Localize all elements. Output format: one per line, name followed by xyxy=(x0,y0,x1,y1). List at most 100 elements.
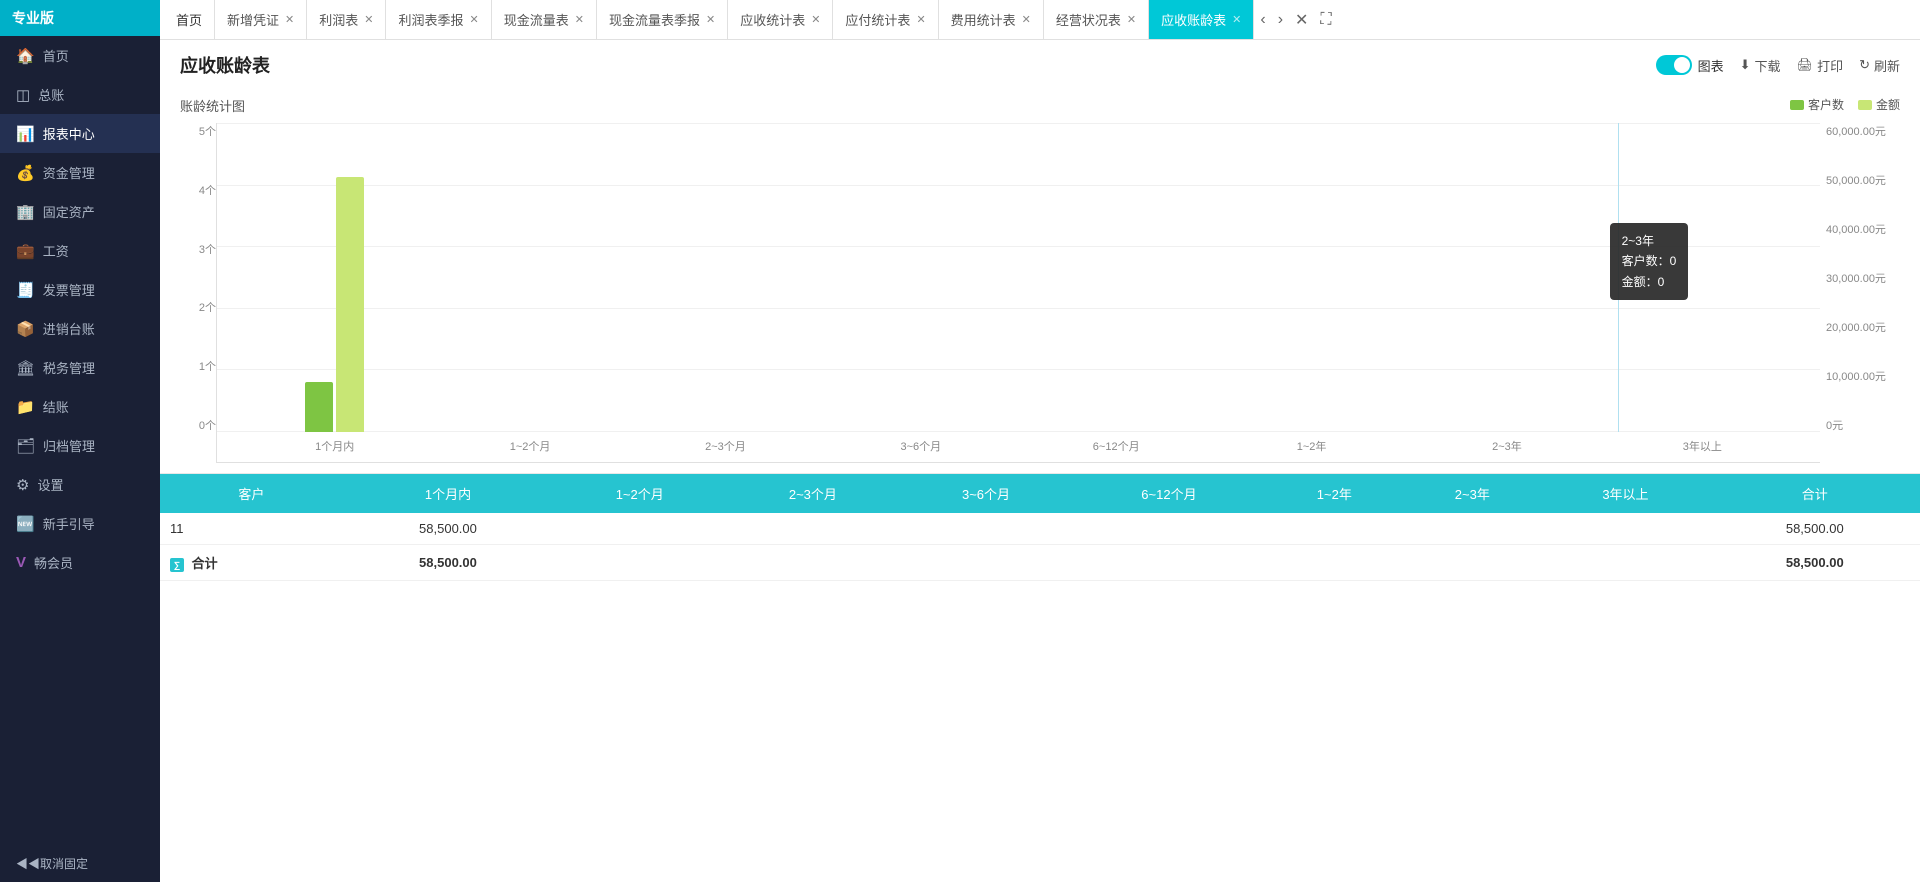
tab-close-icon[interactable]: ✕ xyxy=(1022,13,1031,26)
tab-cashflow[interactable]: 现金流量表 ✕ xyxy=(492,0,597,40)
legend-customers: 客户数 xyxy=(1790,96,1844,113)
funds-icon: 💰 xyxy=(16,164,35,182)
sidebar-item-home[interactable]: 🏠 首页 xyxy=(0,36,160,75)
refresh-icon: ↻ xyxy=(1859,57,1870,73)
sidebar-item-salary[interactable]: 💼 工资 xyxy=(0,231,160,270)
invoice-icon: 🧾 xyxy=(16,281,35,299)
sidebar-item-label: 首页 xyxy=(43,46,69,65)
sidebar-item-label: 发票管理 xyxy=(43,280,95,299)
print-label: 打印 xyxy=(1817,56,1843,75)
download-icon: ⬇ xyxy=(1740,57,1751,73)
toggle-label: 图表 xyxy=(1698,56,1724,75)
y-axis-left: 5个 4个 3个 2个 1个 0个 xyxy=(180,123,216,463)
x-label-month23: 2~3个月 xyxy=(628,432,823,462)
refresh-label: 刷新 xyxy=(1874,56,1900,75)
x-label-month1: 1个月内 xyxy=(237,432,432,462)
sidebar-item-tax[interactable]: 🏛 税务管理 xyxy=(0,348,160,387)
settings-icon: ⚙ xyxy=(16,476,29,494)
table-total-row: ∑ 合计 58,500.00 58,500.00 xyxy=(160,545,1920,581)
sidebar-item-assets[interactable]: 🏢 固定资产 xyxy=(0,192,160,231)
chart-area: 账龄统计图 客户数 金额 5个 4个 3个 2个 1个 xyxy=(160,86,1920,474)
tab-profit-quarterly[interactable]: 利润表季报 ✕ xyxy=(386,0,491,40)
tab-label: 现金流量表季报 xyxy=(609,10,700,29)
sidebar-item-ledger[interactable]: ◫ 总账 xyxy=(0,75,160,114)
sidebar-item-sales[interactable]: 📦 进销台账 xyxy=(0,309,160,348)
chart-legend: 客户数 金额 xyxy=(1790,96,1900,113)
cell-total-label: ∑ 合计 xyxy=(160,545,343,581)
tab-next-button[interactable]: › xyxy=(1272,0,1289,40)
tab-profit[interactable]: 利润表 ✕ xyxy=(307,0,386,40)
refresh-button[interactable]: ↻ 刷新 xyxy=(1859,56,1900,75)
sidebar-item-guide[interactable]: 🆕 新手引导 xyxy=(0,504,160,543)
sidebar-item-settings[interactable]: ⚙ 设置 xyxy=(0,465,160,504)
sidebar-item-invoice[interactable]: 🧾 发票管理 xyxy=(0,270,160,309)
cursor-line xyxy=(1618,123,1619,432)
tab-close-icon[interactable]: ✕ xyxy=(1232,13,1241,26)
tax-icon: 🏛 xyxy=(16,359,35,377)
col-header-month36: 3~6个月 xyxy=(899,474,1072,513)
tab-close-icon[interactable]: ✕ xyxy=(916,13,925,26)
cell-total-month1: 58,500.00 xyxy=(343,545,553,581)
cell-month1: 58,500.00 xyxy=(343,513,553,545)
unpin-button[interactable]: ◀◀取消固定 xyxy=(0,845,160,882)
col-header-year12: 1~2年 xyxy=(1265,474,1403,513)
cell-total: 58,500.00 xyxy=(1710,513,1920,545)
tab-close-icon[interactable]: ✕ xyxy=(811,13,820,26)
download-button[interactable]: ⬇ 下载 xyxy=(1740,56,1781,75)
tab-expand-button[interactable]: ⛶ xyxy=(1314,0,1337,40)
y-axis-right: 60,000.00元 50,000.00元 40,000.00元 30,000.… xyxy=(1820,123,1900,463)
chart-body: 2~3年 客户数：0 金额：0 1个月内 1~2个月 2~3个月 3~6个月 6… xyxy=(216,123,1820,463)
tab-payable-stats[interactable]: 应付统计表 ✕ xyxy=(833,0,938,40)
cell-year3plus xyxy=(1541,513,1709,545)
tab-close-icon[interactable]: ✕ xyxy=(706,13,715,26)
sidebar-item-label: 新手引导 xyxy=(43,514,95,533)
legend-amount-label: 金额 xyxy=(1876,96,1900,113)
sidebar-item-reports[interactable]: 📊 报表中心 xyxy=(0,114,160,153)
tab-prev-button[interactable]: ‹ xyxy=(1254,0,1271,40)
x-label-year3plus: 3年以上 xyxy=(1605,432,1800,462)
page-header: 应收账龄表 图表 ⬇ 下载 🖨 打印 ↻ 刷新 xyxy=(160,40,1920,86)
sidebar-item-label: 设置 xyxy=(37,475,63,494)
chart-toggle[interactable] xyxy=(1656,55,1692,75)
ledger-icon: ◫ xyxy=(16,86,30,104)
tab-expense-stats[interactable]: 费用统计表 ✕ xyxy=(939,0,1044,40)
sidebar-item-settle[interactable]: 📁 结账 xyxy=(0,387,160,426)
sidebar-item-archive[interactable]: 🗂 归档管理 xyxy=(0,426,160,465)
tab-new-voucher[interactable]: 新增凭证 ✕ xyxy=(215,0,307,40)
sidebar-item-label: 进销台账 xyxy=(43,319,95,338)
tab-cashflow-quarterly[interactable]: 现金流量表季报 ✕ xyxy=(597,0,728,40)
content-area: 应收账龄表 图表 ⬇ 下载 🖨 打印 ↻ 刷新 xyxy=(160,40,1920,882)
x-label-month612: 6~12个月 xyxy=(1019,432,1214,462)
bars-row xyxy=(217,123,1820,432)
x-label-month12: 1~2个月 xyxy=(432,432,627,462)
table-row: 11 58,500.00 58,500.00 xyxy=(160,513,1920,545)
sidebar-item-member[interactable]: V 畅会员 xyxy=(0,543,160,582)
col-header-month12: 1~2个月 xyxy=(553,474,726,513)
tab-home[interactable]: 首页 xyxy=(164,0,215,40)
tab-close-icon[interactable]: ✕ xyxy=(364,13,373,26)
cell-year23 xyxy=(1403,513,1541,545)
header-actions: 图表 ⬇ 下载 🖨 打印 ↻ 刷新 xyxy=(1656,55,1900,75)
tab-label: 现金流量表 xyxy=(504,10,569,29)
tab-close-icon[interactable]: ✕ xyxy=(470,13,479,26)
print-button[interactable]: 🖨 打印 xyxy=(1797,56,1844,75)
tab-receivable-stats[interactable]: 应收统计表 ✕ xyxy=(728,0,833,40)
tab-close-icon[interactable]: ✕ xyxy=(285,13,294,26)
tab-close-all-button[interactable]: ✕ xyxy=(1289,0,1314,40)
download-label: 下载 xyxy=(1755,56,1781,75)
tab-label: 新增凭证 xyxy=(227,10,279,29)
tab-close-icon[interactable]: ✕ xyxy=(1127,13,1136,26)
col-header-total: 合计 xyxy=(1710,474,1920,513)
x-axis: 1个月内 1~2个月 2~3个月 3~6个月 6~12个月 1~2年 2~3年 … xyxy=(217,432,1820,462)
cell-total-month612 xyxy=(1073,545,1266,581)
tab-operations[interactable]: 经营状况表 ✕ xyxy=(1044,0,1149,40)
sidebar-item-label: 结账 xyxy=(43,397,69,416)
tab-receivable-aging[interactable]: 应收账龄表 ✕ xyxy=(1149,0,1254,40)
tab-home-label: 首页 xyxy=(176,10,202,29)
chart-toggle-wrap[interactable]: 图表 xyxy=(1656,55,1724,75)
sidebar-item-funds[interactable]: 💰 资金管理 xyxy=(0,153,160,192)
legend-customers-color xyxy=(1790,100,1804,110)
tab-label: 应收统计表 xyxy=(740,10,805,29)
tab-close-icon[interactable]: ✕ xyxy=(575,13,584,26)
table-header-row: 客户 1个月内 1~2个月 2~3个月 3~6个月 6~12个月 1~2年 2~… xyxy=(160,474,1920,513)
